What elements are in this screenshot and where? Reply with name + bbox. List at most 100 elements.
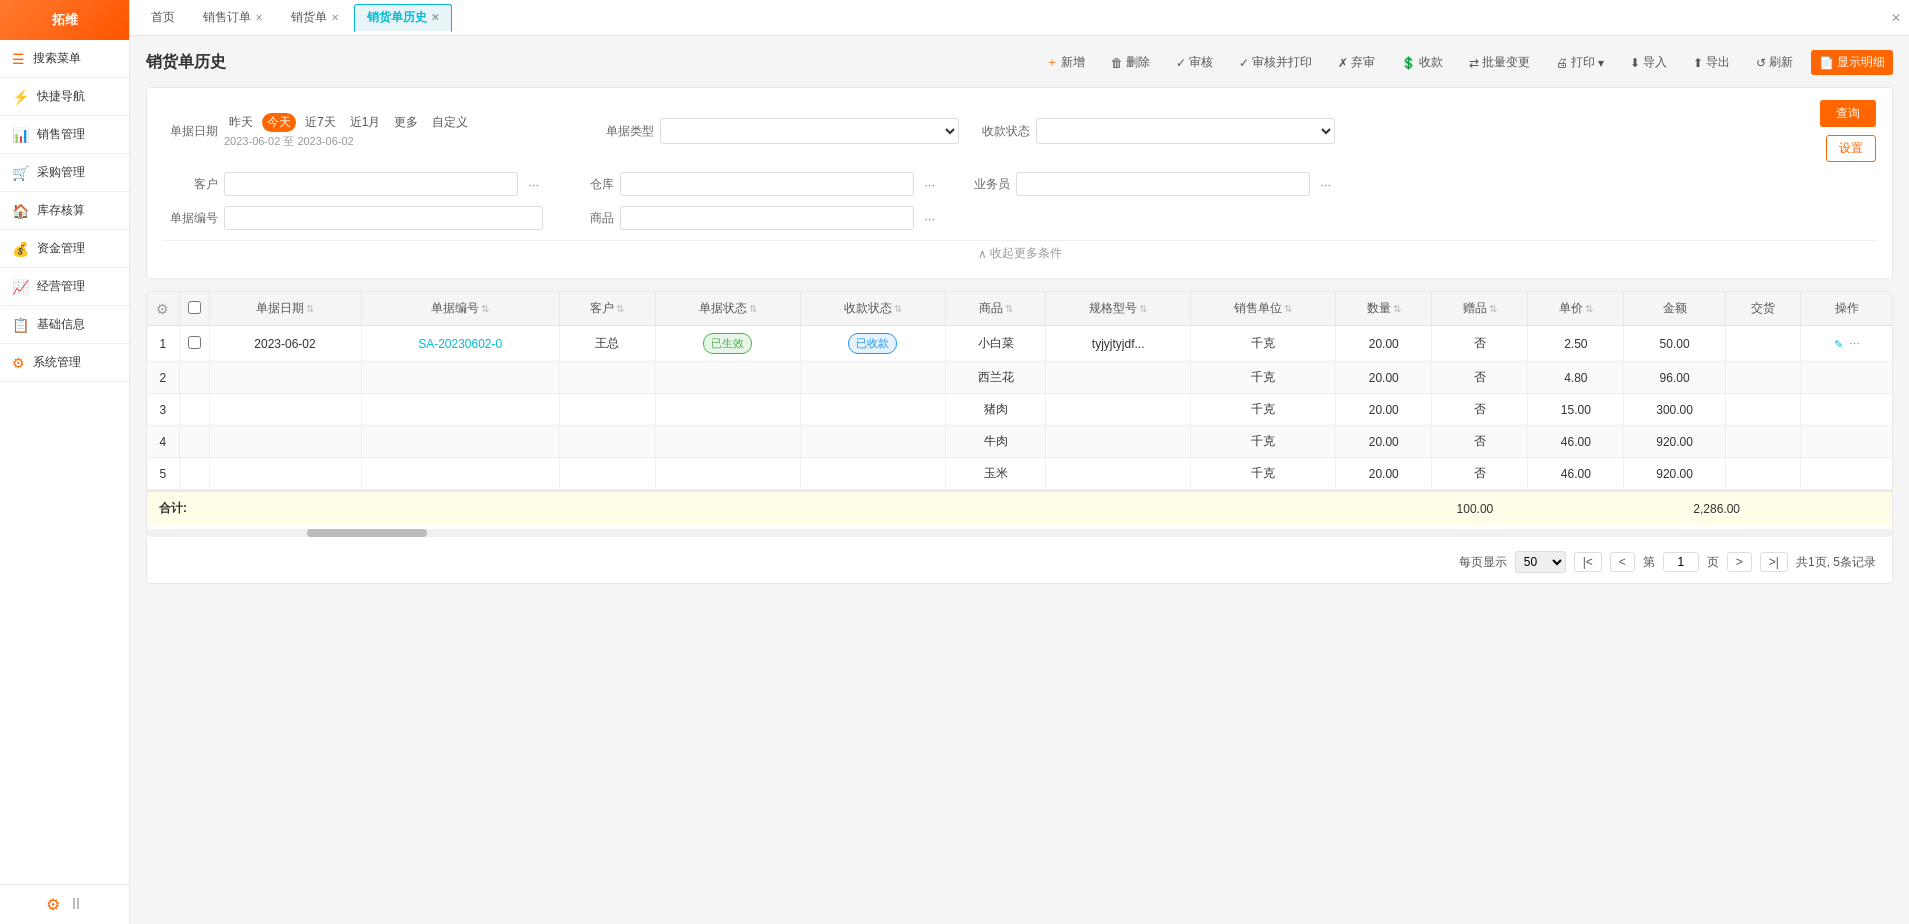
- sort-pay-status[interactable]: 收款状态: [844, 300, 902, 317]
- tab-sales-order[interactable]: 销售订单 ✕: [190, 4, 276, 32]
- sidebar-item-inventory[interactable]: 🏠 库存核算: [0, 192, 129, 230]
- tab-close-sales-history[interactable]: ✕: [431, 12, 439, 23]
- sidebar-item-ops-mgmt[interactable]: 📈 经营管理: [0, 268, 129, 306]
- sidebar-item-sales-mgmt[interactable]: 📊 销售管理: [0, 116, 129, 154]
- warehouse-picker-btn[interactable]: ···: [920, 177, 939, 192]
- col-qty[interactable]: 数量: [1336, 292, 1432, 326]
- delete-button[interactable]: 🗑 删除: [1103, 50, 1158, 75]
- sort-qty[interactable]: 数量: [1367, 300, 1401, 317]
- sidebar-item-label: 资金管理: [37, 240, 85, 257]
- col-goods[interactable]: 商品: [946, 292, 1046, 326]
- query-button[interactable]: 查询: [1820, 100, 1876, 127]
- tab-close-sales-goods[interactable]: ✕: [331, 12, 339, 23]
- date-group: 昨天 今天 近7天 近1月 更多 自定义 2023-06-02 至 2023-0…: [224, 113, 473, 149]
- col-unit[interactable]: 销售单位: [1191, 292, 1336, 326]
- sort-spec[interactable]: 规格型号: [1089, 300, 1147, 317]
- tab-sales-goods[interactable]: 销货单 ✕: [278, 4, 352, 32]
- action-edit-btn[interactable]: ✎: [1834, 338, 1843, 350]
- sort-gift[interactable]: 赠品: [1463, 300, 1497, 317]
- doc-type-select[interactable]: [660, 118, 959, 144]
- audit-print-button[interactable]: ✓ 审核并打印: [1231, 50, 1320, 75]
- action-more-btn[interactable]: ⋯: [1849, 338, 1860, 350]
- last-page-button[interactable]: >|: [1760, 552, 1788, 572]
- row-checkbox[interactable]: [188, 336, 201, 349]
- tab-close-sales-order[interactable]: ✕: [255, 12, 263, 23]
- cell-action: [1801, 394, 1892, 426]
- page-number-input[interactable]: [1663, 552, 1699, 572]
- col-gift[interactable]: 赠品: [1432, 292, 1528, 326]
- cell-deal: [1725, 458, 1801, 490]
- sidebar-item-search-menu[interactable]: ☰ 搜索菜单: [0, 40, 129, 78]
- sidebar-item-purchase-mgmt[interactable]: 🛒 采购管理: [0, 154, 129, 192]
- col-spec[interactable]: 规格型号: [1046, 292, 1191, 326]
- sidebar-item-quick-nav[interactable]: ⚡ 快捷导航: [0, 78, 129, 116]
- sidebar-settings-icon[interactable]: ⚙: [46, 895, 60, 914]
- date-shortcut-more[interactable]: 更多: [389, 113, 423, 132]
- doc-no-link[interactable]: SA-20230602-0: [418, 337, 502, 351]
- goods-input[interactable]: [620, 206, 914, 230]
- cell-pay-status: 已收款: [800, 326, 945, 362]
- audit-button[interactable]: ✓ 审核: [1168, 50, 1221, 75]
- sidebar-item-finance[interactable]: 💰 资金管理: [0, 230, 129, 268]
- tab-home[interactable]: 首页: [138, 4, 188, 32]
- col-doc-date[interactable]: 单据日期: [209, 292, 361, 326]
- sort-unit[interactable]: 销售单位: [1234, 300, 1292, 317]
- import-button[interactable]: ⬇ 导入: [1622, 50, 1675, 75]
- sort-price[interactable]: 单价: [1559, 300, 1593, 317]
- tab-close-all-button[interactable]: ✕: [1891, 11, 1901, 25]
- horizontal-scrollbar[interactable]: [147, 529, 1892, 537]
- sort-doc-no[interactable]: 单据编号: [431, 300, 489, 317]
- new-button[interactable]: ＋ 新增: [1038, 50, 1093, 75]
- col-price[interactable]: 单价: [1528, 292, 1624, 326]
- goods-picker-btn[interactable]: ···: [920, 211, 939, 226]
- export-button[interactable]: ⬆ 导出: [1685, 50, 1738, 75]
- date-shortcut-7days[interactable]: 近7天: [300, 113, 341, 132]
- collect-button[interactable]: 💲 收款: [1393, 50, 1451, 75]
- refresh-button[interactable]: ↺ 刷新: [1748, 50, 1801, 75]
- print-button[interactable]: 🖨 打印 ▾: [1548, 50, 1612, 75]
- date-shortcut-custom[interactable]: 自定义: [427, 113, 473, 132]
- select-all-checkbox[interactable]: [188, 301, 201, 314]
- doc-no-input[interactable]: [224, 206, 543, 230]
- customer-picker-btn[interactable]: ···: [524, 177, 543, 192]
- date-shortcut-today[interactable]: 今天: [262, 113, 296, 132]
- audit-print-icon: ✓: [1239, 56, 1249, 70]
- table-settings-icon[interactable]: ⚙: [156, 301, 169, 317]
- col-pay-status[interactable]: 收款状态: [800, 292, 945, 326]
- footer-total-amount: 2,286.00: [1693, 502, 1740, 516]
- customer-input[interactable]: [224, 172, 518, 196]
- sort-doc-date[interactable]: 单据日期: [256, 300, 314, 317]
- sort-goods[interactable]: 商品: [979, 300, 1013, 317]
- sidebar-item-label: 销售管理: [37, 126, 85, 143]
- col-doc-status[interactable]: 单据状态: [655, 292, 800, 326]
- sidebar-item-sys-mgmt[interactable]: ⚙ 系统管理: [0, 344, 129, 382]
- collection-status-select[interactable]: [1036, 118, 1335, 144]
- col-doc-no[interactable]: 单据编号: [361, 292, 559, 326]
- staff-input[interactable]: [1016, 172, 1310, 196]
- abandon-button[interactable]: ✗ 弃审: [1330, 50, 1383, 75]
- per-page-select[interactable]: 50 100: [1515, 551, 1566, 573]
- date-shortcut-1month[interactable]: 近1月: [345, 113, 386, 132]
- cell-goods: 西兰花: [946, 362, 1046, 394]
- sort-doc-status[interactable]: 单据状态: [699, 300, 757, 317]
- date-shortcut-yesterday[interactable]: 昨天: [224, 113, 258, 132]
- show-detail-button[interactable]: 📄 显示明细: [1811, 50, 1893, 75]
- collapse-filter-button[interactable]: ∧ 收起更多条件: [163, 240, 1876, 266]
- sidebar-collapse-icon[interactable]: ⏸: [68, 895, 84, 914]
- next-page-button[interactable]: >: [1727, 552, 1752, 572]
- warehouse-input[interactable]: [620, 172, 914, 196]
- page-title: 销货单历史: [146, 52, 1038, 73]
- filter-collection-status: 收款状态: [975, 118, 1335, 144]
- sort-customer[interactable]: 客户: [590, 300, 624, 317]
- batch-change-button[interactable]: ⇄ 批量变更: [1461, 50, 1538, 75]
- filter-settings-button[interactable]: 设置: [1826, 135, 1876, 162]
- prev-page-button[interactable]: <: [1610, 552, 1635, 572]
- first-page-button[interactable]: |<: [1574, 552, 1602, 572]
- staff-picker-btn[interactable]: ···: [1316, 177, 1335, 192]
- col-gear[interactable]: ⚙: [147, 292, 179, 326]
- col-customer[interactable]: 客户: [559, 292, 655, 326]
- scrollbar-thumb[interactable]: [307, 529, 427, 537]
- tab-sales-history[interactable]: 销货单历史 ✕: [354, 4, 452, 32]
- total-info: 共1页, 5条记录: [1796, 554, 1876, 571]
- sidebar-item-basic-info[interactable]: 📋 基础信息: [0, 306, 129, 344]
